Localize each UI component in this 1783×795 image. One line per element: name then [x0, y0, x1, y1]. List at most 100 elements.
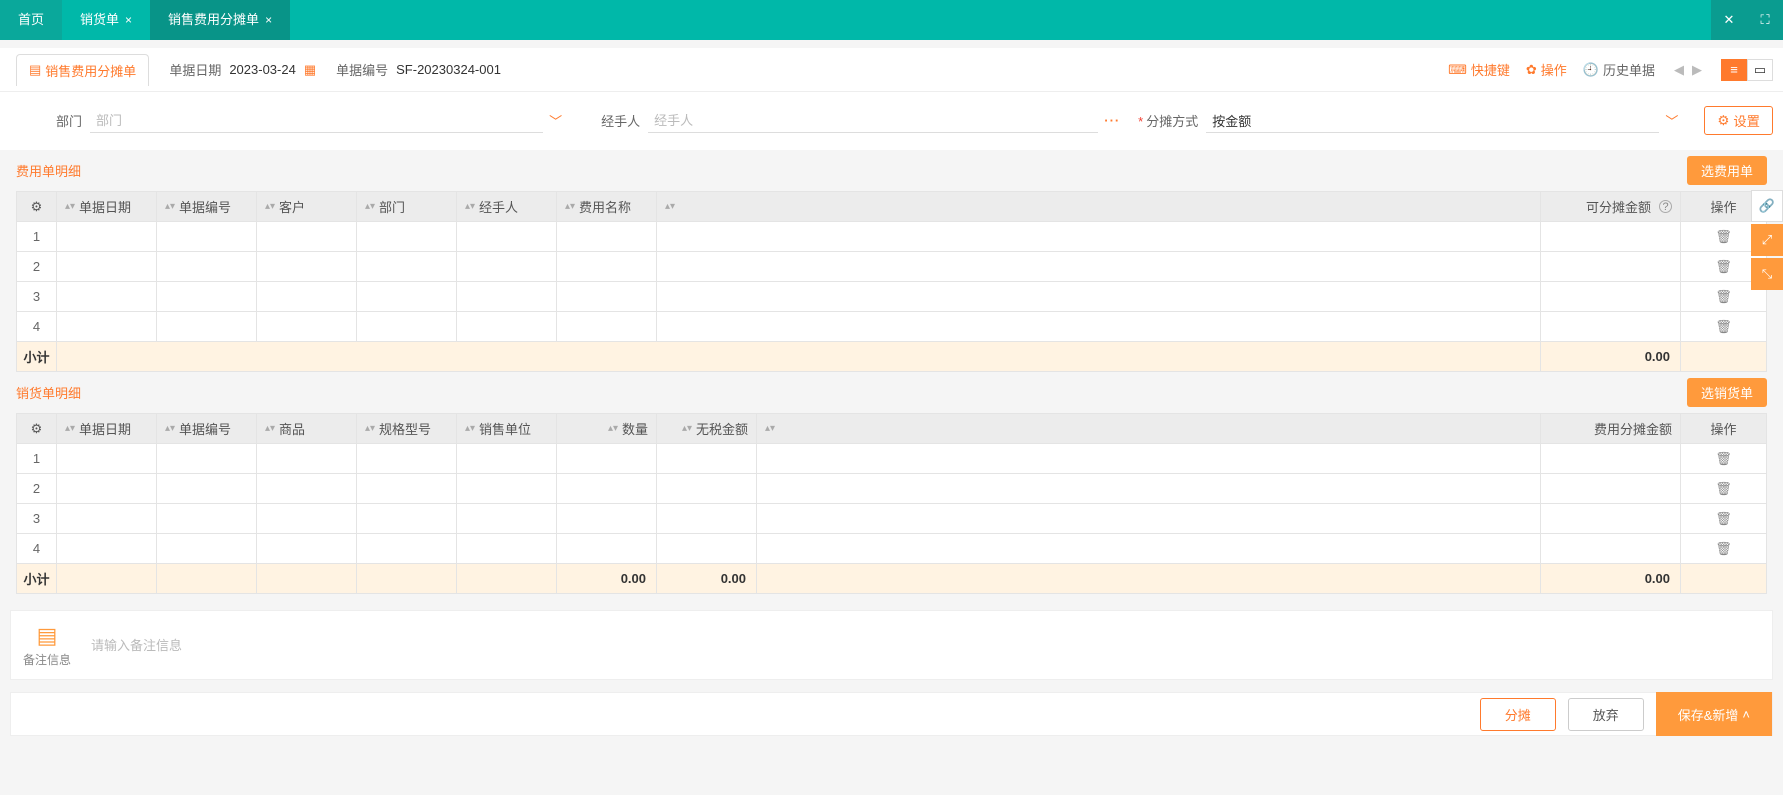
cell[interactable] [657, 474, 757, 504]
cell[interactable] [657, 444, 757, 474]
prev-record-icon[interactable]: ◀ [1671, 62, 1687, 78]
cell[interactable] [657, 222, 1541, 252]
cell[interactable] [357, 504, 457, 534]
cell[interactable] [1541, 252, 1681, 282]
operate-link[interactable]: ✿操作 [1526, 60, 1567, 79]
settings-button[interactable]: ⚙设置 [1704, 106, 1773, 135]
date-value[interactable]: 2023-03-24 [229, 62, 296, 77]
chevron-down-icon[interactable]: ﹀ [1659, 111, 1684, 130]
cell[interactable] [357, 444, 457, 474]
table-row[interactable]: 2🗑 [17, 474, 1767, 504]
cell[interactable] [757, 534, 1541, 564]
cell[interactable] [57, 312, 157, 342]
delete-icon[interactable]: 🗑 [1715, 259, 1732, 274]
cell[interactable] [557, 444, 657, 474]
cell[interactable] [657, 282, 1541, 312]
cell[interactable] [257, 474, 357, 504]
cell[interactable] [157, 534, 257, 564]
calendar-icon[interactable]: ▦ [304, 62, 316, 78]
cell[interactable] [257, 252, 357, 282]
close-icon[interactable]: × [265, 0, 272, 40]
col-feename[interactable]: ▴▾费用名称 [557, 192, 657, 222]
cell[interactable] [157, 504, 257, 534]
cell[interactable] [757, 444, 1541, 474]
cell[interactable] [357, 222, 457, 252]
cell[interactable] [257, 222, 357, 252]
cell[interactable] [157, 474, 257, 504]
cell[interactable] [557, 282, 657, 312]
col-qty[interactable]: ▴▾数量 [557, 414, 657, 444]
cell[interactable] [457, 474, 557, 504]
delete-icon[interactable]: 🗑 [1715, 289, 1732, 304]
cell[interactable] [457, 222, 557, 252]
cell[interactable] [1541, 222, 1681, 252]
cell[interactable] [557, 312, 657, 342]
cell[interactable] [57, 534, 157, 564]
delete-icon[interactable]: 🗑 [1715, 511, 1732, 526]
cell[interactable] [57, 504, 157, 534]
close-icon[interactable]: × [125, 0, 132, 40]
cell[interactable] [1541, 312, 1681, 342]
col-no[interactable]: ▴▾单据编号 [157, 414, 257, 444]
cell[interactable] [457, 312, 557, 342]
col-goods[interactable]: ▴▾商品 [257, 414, 357, 444]
cell[interactable] [57, 222, 157, 252]
shortcut-link[interactable]: ⌨快捷键 [1448, 60, 1510, 79]
dept-input[interactable] [90, 109, 543, 133]
cell[interactable] [357, 282, 457, 312]
cell[interactable] [557, 252, 657, 282]
chevron-down-icon[interactable]: ﹀ [543, 111, 568, 130]
cell[interactable] [157, 312, 257, 342]
cell[interactable] [257, 504, 357, 534]
col-customer[interactable]: ▴▾客户 [257, 192, 357, 222]
delete-icon[interactable]: 🗑 [1715, 229, 1732, 244]
cell[interactable] [457, 444, 557, 474]
handler-input[interactable] [648, 109, 1098, 133]
view-list-icon[interactable]: ≡ [1721, 59, 1747, 81]
view-grid-icon[interactable]: ▭ [1747, 59, 1773, 81]
cell[interactable] [457, 282, 557, 312]
save-new-button[interactable]: 保存&新增˄ [1656, 692, 1772, 736]
delete-icon[interactable]: 🗑 [1715, 451, 1732, 466]
cell[interactable] [757, 474, 1541, 504]
cell[interactable] [657, 504, 757, 534]
delete-icon[interactable]: 🗑 [1715, 481, 1732, 496]
cell[interactable] [657, 252, 1541, 282]
cell[interactable] [357, 312, 457, 342]
col-no[interactable]: ▴▾单据编号 [157, 192, 257, 222]
doc-type-tab[interactable]: ▤ 销售费用分摊单 [16, 54, 149, 86]
cell[interactable] [457, 534, 557, 564]
tab-expense-alloc[interactable]: 销售费用分摊单× [150, 0, 290, 40]
cell[interactable] [1541, 474, 1681, 504]
cell[interactable] [1541, 282, 1681, 312]
discard-button[interactable]: 放弃 [1568, 698, 1644, 731]
cell[interactable] [457, 504, 557, 534]
cell[interactable] [757, 504, 1541, 534]
delete-icon[interactable]: 🗑 [1715, 319, 1732, 334]
cell[interactable] [157, 282, 257, 312]
window-close-button[interactable]: ✕ [1711, 0, 1747, 40]
cell[interactable] [557, 222, 657, 252]
table-row[interactable]: 2🗑 [17, 252, 1767, 282]
cell[interactable] [557, 534, 657, 564]
cell[interactable] [257, 312, 357, 342]
table-row[interactable]: 4🗑 [17, 534, 1767, 564]
window-expand-button[interactable]: ⛶ [1747, 0, 1783, 40]
table-row[interactable]: 1🗑 [17, 444, 1767, 474]
cell[interactable] [257, 534, 357, 564]
col-spec[interactable]: ▴▾规格型号 [357, 414, 457, 444]
col-settings[interactable]: ⚙ [17, 192, 57, 222]
cell[interactable] [1541, 534, 1681, 564]
cell[interactable] [1541, 504, 1681, 534]
col-handler[interactable]: ▴▾经手人 [457, 192, 557, 222]
cell[interactable] [157, 252, 257, 282]
collapse-button[interactable]: ⤡ [1751, 258, 1783, 290]
col-settings[interactable]: ⚙ [17, 414, 57, 444]
select-expense-button[interactable]: 选费用单 [1687, 156, 1767, 185]
more-icon[interactable]: ··· [1098, 113, 1126, 128]
cell[interactable] [157, 444, 257, 474]
help-icon[interactable]: ? [1659, 200, 1672, 213]
history-link[interactable]: 🕘历史单据 [1583, 60, 1655, 79]
tab-home[interactable]: 首页 [0, 0, 62, 40]
attachment-button[interactable]: 🔗 [1751, 190, 1783, 222]
